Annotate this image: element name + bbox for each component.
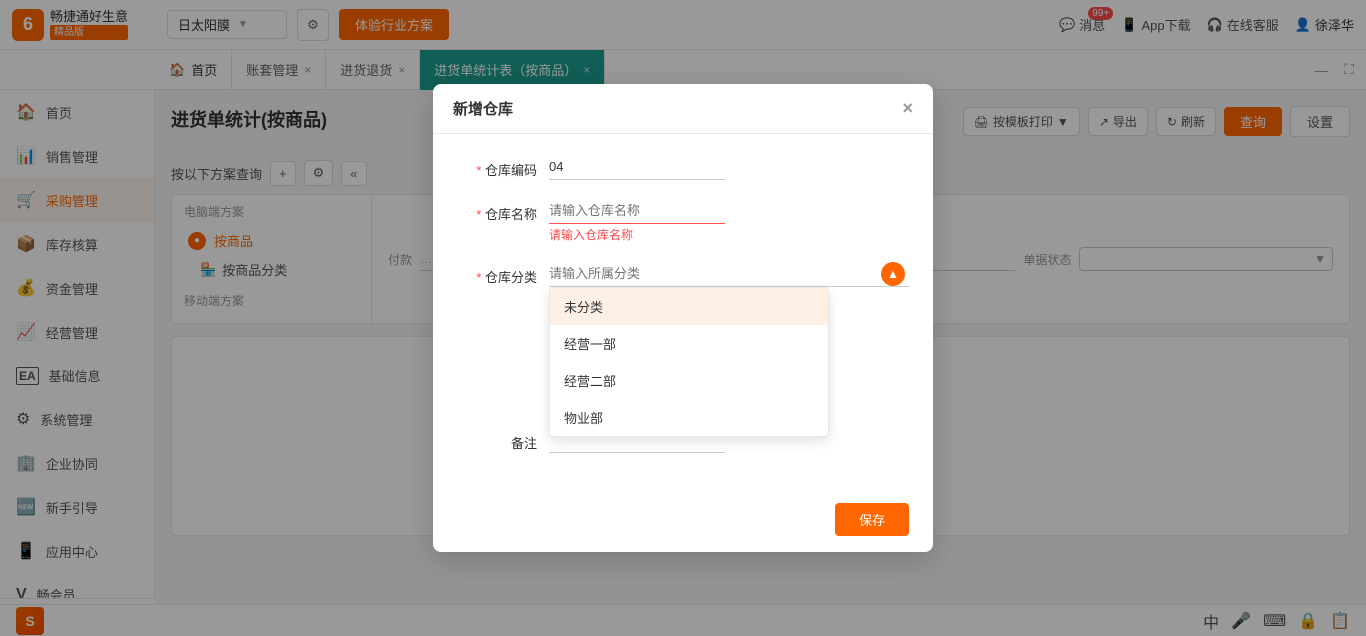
category-field-row: * 仓库分类 ▲ 未分类 经营一部 经营二部 物业部 [457, 261, 909, 287]
modal-header: 新增仓库 × [433, 84, 933, 134]
modal-close-button[interactable]: × [902, 98, 913, 119]
category-label: * 仓库分类 [457, 261, 537, 286]
name-input[interactable] [549, 198, 725, 224]
name-error-message: 请输入仓库名称 [549, 226, 909, 243]
dropdown-option-0[interactable]: 未分类 [550, 288, 828, 325]
code-input[interactable] [549, 154, 725, 180]
name-label: * 仓库名称 [457, 198, 537, 223]
code-input-wrap [549, 154, 909, 180]
modal-footer: 保存 [433, 491, 933, 552]
dropdown-option-1[interactable]: 经营一部 [550, 325, 828, 362]
name-input-wrap: 请输入仓库名称 [549, 198, 909, 243]
dropdown-option-3[interactable]: 物业部 [550, 399, 828, 436]
dropdown-option-2[interactable]: 经营二部 [550, 362, 828, 399]
name-field-row: * 仓库名称 请输入仓库名称 [457, 198, 909, 243]
dropdown-arrow-icon[interactable]: ▲ [881, 262, 905, 286]
modal-body: * 仓库编码 * 仓库名称 请输入仓库名称 * 仓库分类 [433, 134, 933, 491]
add-warehouse-modal: 新增仓库 × * 仓库编码 * 仓库名称 请输入仓库名称 [433, 84, 933, 552]
code-field-row: * 仓库编码 [457, 154, 909, 180]
category-input-wrap: ▲ 未分类 经营一部 经营二部 物业部 [549, 261, 909, 287]
note-label: 备注 [457, 427, 537, 452]
modal-title: 新增仓库 [453, 98, 513, 119]
category-dropdown: ▲ [549, 261, 909, 287]
save-button[interactable]: 保存 [835, 503, 909, 536]
category-input[interactable] [549, 261, 909, 287]
category-dropdown-list: 未分类 经营一部 经营二部 物业部 [549, 287, 829, 437]
code-label: * 仓库编码 [457, 154, 537, 179]
